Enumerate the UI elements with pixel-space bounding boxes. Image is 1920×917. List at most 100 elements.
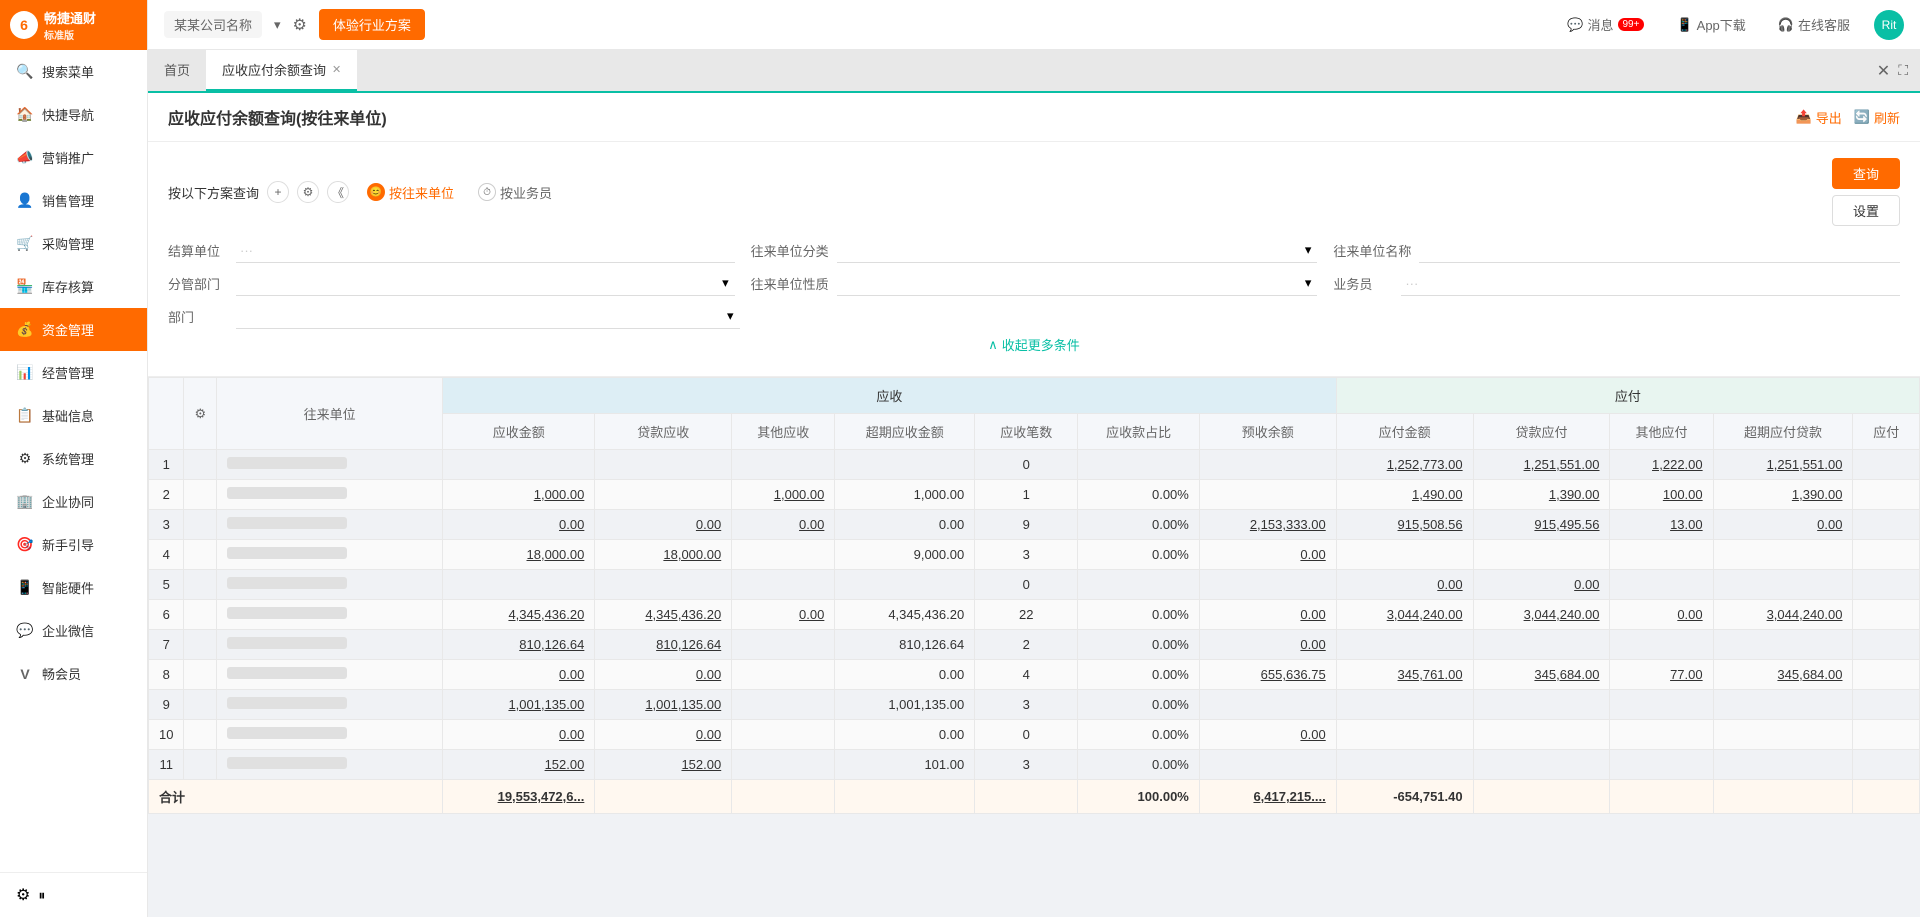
settings-btn[interactable]: 设置	[1832, 195, 1900, 226]
footer-prepay[interactable]: 6,417,215....	[1199, 780, 1336, 814]
window-expand-btn[interactable]: ⛶	[1898, 62, 1908, 79]
cell-ap-amount[interactable]: 915,508.56	[1336, 510, 1473, 540]
tab-close-btn[interactable]: ✕	[332, 63, 341, 76]
cell-ap-other[interactable]: 1,222.00	[1610, 450, 1713, 480]
cell-ap-overdue[interactable]: 1,251,551.00	[1713, 450, 1853, 480]
cell-ar-other[interactable]: 0.00	[732, 510, 835, 540]
unit-nature-select[interactable]: ▾	[837, 271, 1318, 296]
cell-ap-amount[interactable]: 1,252,773.00	[1336, 450, 1473, 480]
sidebar-item-inventory[interactable]: 🏪 库存核算	[0, 265, 147, 308]
cell-ap-loan[interactable]: 345,684.00	[1473, 660, 1610, 690]
cell-ap-other[interactable]: 77.00	[1610, 660, 1713, 690]
online-service-btn[interactable]: 🎧 在线客服	[1770, 11, 1858, 38]
app-download-btn[interactable]: 📱 App下载	[1668, 11, 1753, 38]
cell-prepay[interactable]: 2,153,333.00	[1199, 510, 1336, 540]
cell-ap-loan[interactable]: 1,251,551.00	[1473, 450, 1610, 480]
query-btn[interactable]: 查询	[1832, 158, 1900, 189]
sidebar-collapse-btn[interactable]: ⏸	[38, 887, 45, 904]
sidebar-item-sales[interactable]: 👤 销售管理	[0, 179, 147, 222]
cell-ar-loan[interactable]: 1,001,135.00	[595, 690, 732, 720]
cell-ap-overdue[interactable]: 3,044,240.00	[1713, 600, 1853, 630]
cell-prepay[interactable]: 0.00	[1199, 630, 1336, 660]
dept2-select[interactable]: ▾	[236, 304, 740, 329]
cell-ar-loan[interactable]: 4,345,436.20	[595, 600, 732, 630]
cell-ap-amount[interactable]: 0.00	[1336, 570, 1473, 600]
cell-ar-amount[interactable]: 0.00	[443, 660, 595, 690]
sidebar-item-quicknav[interactable]: 🏠 快捷导航	[0, 93, 147, 136]
cell-ar-loan[interactable]: 0.00	[595, 660, 732, 690]
unit-category-select[interactable]: ▾	[837, 238, 1318, 263]
company-dropdown-btn[interactable]: ▾	[274, 17, 281, 33]
cell-ap-overdue[interactable]: 0.00	[1713, 510, 1853, 540]
sidebar-item-member[interactable]: V 畅会员	[0, 652, 147, 695]
sidebar-item-hardware[interactable]: 📱 智能硬件	[0, 566, 147, 609]
cell-ar-amount[interactable]: 1,001,135.00	[443, 690, 595, 720]
table-wrapper[interactable]: ⚙ 往来单位 应收 应付 应收金额 贷款应收 其他应收 超期应收金额 应收笔数 …	[148, 377, 1920, 917]
cell-ar-amount[interactable]: 152.00	[443, 750, 595, 780]
sidebar-item-finance[interactable]: 💰 资金管理	[0, 308, 147, 351]
sidebar-settings-btn[interactable]: ⚙	[16, 885, 30, 905]
cell-ap-overdue[interactable]: 1,390.00	[1713, 480, 1853, 510]
cell-ap-other[interactable]: 0.00	[1610, 600, 1713, 630]
cell-ar-amount[interactable]: 18,000.00	[443, 540, 595, 570]
filter-add-btn[interactable]: +	[267, 181, 289, 203]
cell-ar-loan[interactable]: 0.00	[595, 720, 732, 750]
cell-ar-amount[interactable]: 0.00	[443, 510, 595, 540]
cell-ap-loan[interactable]: 1,390.00	[1473, 480, 1610, 510]
cell-ap-other[interactable]: 100.00	[1610, 480, 1713, 510]
cell-ar-overdue: 1,001,135.00	[835, 690, 975, 720]
cell-ar-loan[interactable]: 18,000.00	[595, 540, 732, 570]
cell-ar-amount[interactable]: 4,345,436.20	[443, 600, 595, 630]
sidebar-item-enterprise[interactable]: 🏢 企业协同	[0, 480, 147, 523]
filter-settings-btn[interactable]: ⚙	[297, 181, 319, 203]
sidebar-item-purchase[interactable]: 🛒 采购管理	[0, 222, 147, 265]
topbar-settings-btn[interactable]: ⚙	[293, 15, 307, 35]
messages-btn[interactable]: 💬 消息 99+	[1559, 11, 1652, 38]
collapse-more-btn[interactable]: ∧ 收起更多条件	[168, 329, 1900, 360]
sidebar-item-search[interactable]: 🔍 搜索菜单	[0, 50, 147, 93]
cell-ar-loan[interactable]: 152.00	[595, 750, 732, 780]
th-settings[interactable]: ⚙	[184, 378, 217, 450]
cell-prepay[interactable]: 655,636.75	[1199, 660, 1336, 690]
dept-select[interactable]: ▾	[236, 271, 735, 296]
sidebar-item-basic[interactable]: 📋 基础信息	[0, 394, 147, 437]
cell-ar-other[interactable]: 1,000.00	[732, 480, 835, 510]
salesman-input[interactable]: ···	[1401, 272, 1900, 296]
cell-ap-loan[interactable]: 0.00	[1473, 570, 1610, 600]
cell-ar-loan[interactable]: 810,126.64	[595, 630, 732, 660]
scheme-by-salesman[interactable]: ⏱ 按业务员	[468, 179, 562, 206]
cell-ap-overdue[interactable]: 345,684.00	[1713, 660, 1853, 690]
settlement-unit-input[interactable]: ···	[236, 239, 735, 263]
cell-prepay[interactable]: 0.00	[1199, 600, 1336, 630]
tab-home[interactable]: 首页	[148, 50, 206, 91]
filter-collapse-btn[interactable]: 《	[327, 181, 349, 203]
sidebar-item-marketing[interactable]: 📣 营销推广	[0, 136, 147, 179]
user-avatar[interactable]: Rit	[1874, 10, 1904, 40]
cell-ap-loan[interactable]: 3,044,240.00	[1473, 600, 1610, 630]
sidebar-item-system[interactable]: ⚙ 系统管理	[0, 437, 147, 480]
cell-ar-amount[interactable]: 810,126.64	[443, 630, 595, 660]
tab-query[interactable]: 应收应付余额查询 ✕	[206, 50, 357, 91]
sidebar-item-management[interactable]: 📊 经营管理	[0, 351, 147, 394]
sidebar-item-guide[interactable]: 🎯 新手引导	[0, 523, 147, 566]
export-btn[interactable]: 📤 导出	[1796, 108, 1842, 127]
cell-icon	[184, 660, 217, 690]
cell-ar-amount[interactable]: 0.00	[443, 720, 595, 750]
cell-ap-loan[interactable]: 915,495.56	[1473, 510, 1610, 540]
cell-prepay[interactable]: 0.00	[1199, 540, 1336, 570]
window-close-btn[interactable]: ✕	[1877, 61, 1890, 81]
cell-ap-amount[interactable]: 1,490.00	[1336, 480, 1473, 510]
solution-btn[interactable]: 体验行业方案	[319, 9, 425, 40]
footer-ar-amount[interactable]: 19,553,472,6...	[443, 780, 595, 814]
cell-ar-other[interactable]: 0.00	[732, 600, 835, 630]
cell-prepay[interactable]: 0.00	[1199, 720, 1336, 750]
cell-ap-other[interactable]: 13.00	[1610, 510, 1713, 540]
cell-ap-amount[interactable]: 345,761.00	[1336, 660, 1473, 690]
cell-ar-amount[interactable]: 1,000.00	[443, 480, 595, 510]
sidebar-item-wechat[interactable]: 💬 企业微信	[0, 609, 147, 652]
scheme-by-unit[interactable]: 😊 按往来单位	[357, 179, 464, 206]
cell-ar-loan[interactable]: 0.00	[595, 510, 732, 540]
cell-ap-amount[interactable]: 3,044,240.00	[1336, 600, 1473, 630]
refresh-btn[interactable]: 🔄 刷新	[1854, 108, 1900, 127]
unit-name-input[interactable]	[1419, 239, 1900, 263]
